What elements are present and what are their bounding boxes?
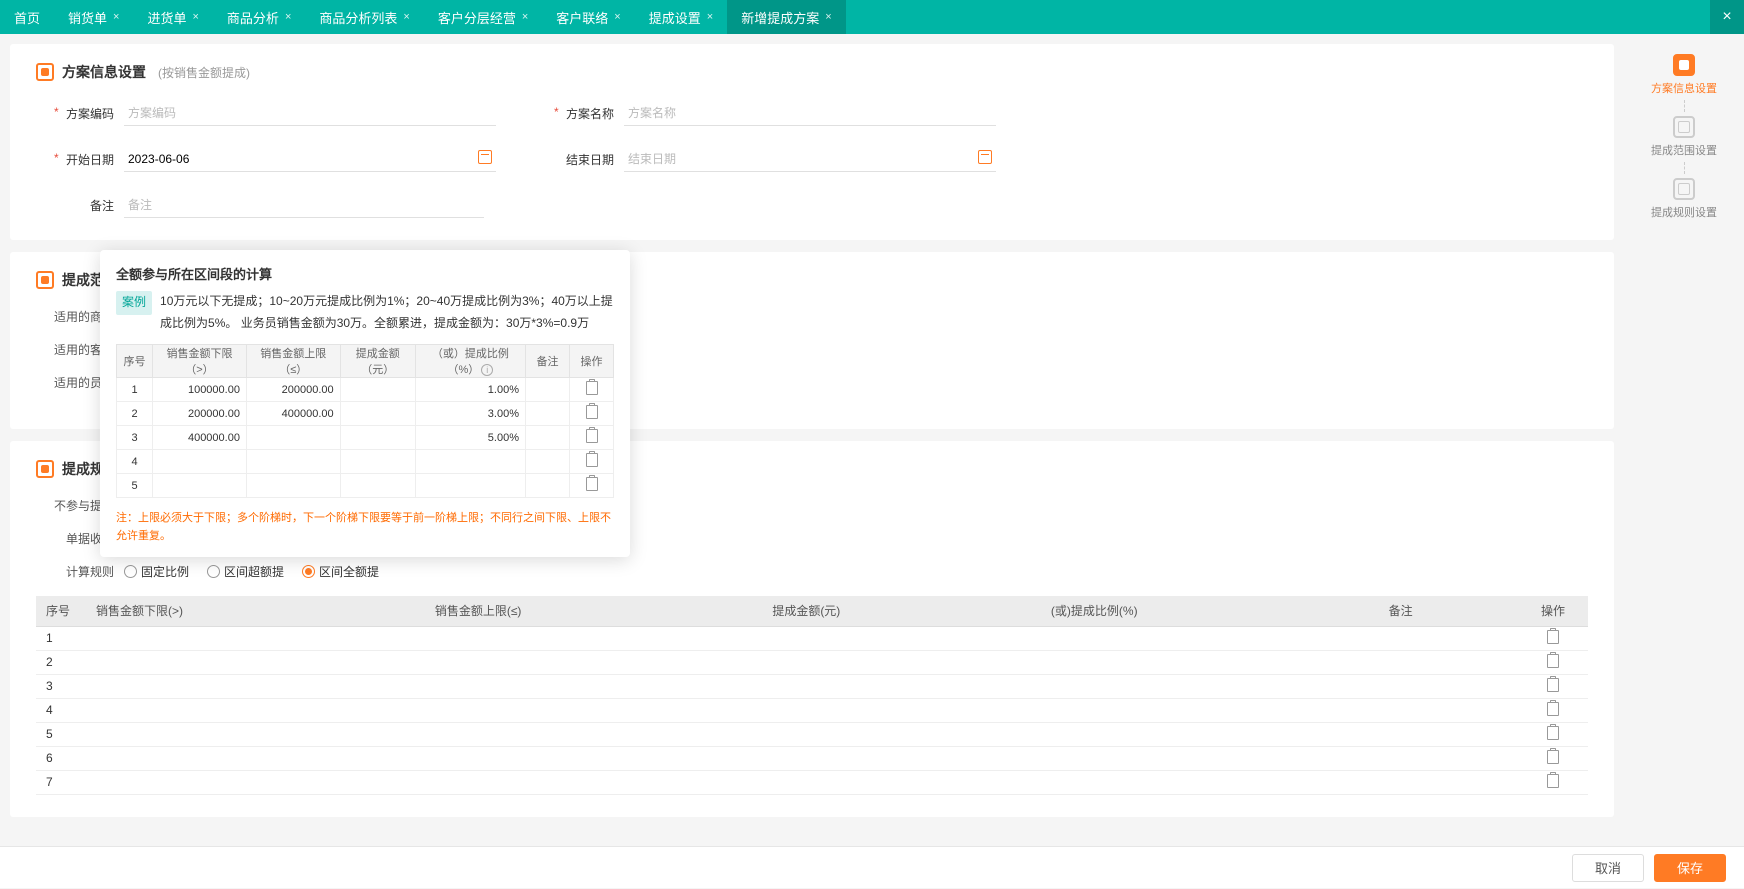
table-row[interactable]: 6 xyxy=(36,746,1588,770)
table-row: 3400000.005.00% xyxy=(117,426,614,450)
tooltip-title: 全额参与所在区间段的计算 xyxy=(116,264,614,283)
calendar-icon[interactable] xyxy=(978,150,992,164)
calc-rule-tooltip: 全额参与所在区间段的计算 案例 10万元以下无提成；10~20万元提成比例为1%… xyxy=(100,250,630,557)
trash-icon[interactable] xyxy=(586,405,598,419)
tab-commission-settings[interactable]: 提成设置× xyxy=(635,0,727,34)
trash-icon[interactable] xyxy=(1547,774,1559,788)
th-ratio: (或)提成比例(%) xyxy=(1041,596,1379,626)
close-icon[interactable]: × xyxy=(614,11,620,23)
tab-customer-contact[interactable]: 客户联络× xyxy=(542,0,634,34)
close-icon[interactable]: × xyxy=(825,11,831,23)
close-icon[interactable]: × xyxy=(403,11,409,23)
tab-home[interactable]: 首页 xyxy=(0,0,54,34)
th-upper: 销售金额上限(≤) xyxy=(425,596,762,626)
commission-tiers-table: 序号 销售金额下限(>) 销售金额上限(≤) 提成金额(元) (或)提成比例(%… xyxy=(36,596,1588,795)
th-amount: 提成金额(元) xyxy=(762,596,1041,626)
cancel-button[interactable]: 取消 xyxy=(1572,854,1644,882)
start-date-label: *开始日期 xyxy=(36,151,124,168)
close-icon[interactable]: × xyxy=(285,11,291,23)
trash-icon[interactable] xyxy=(1547,726,1559,740)
panel-subtitle: (按销售金额提成) xyxy=(158,64,250,81)
case-tag: 案例 xyxy=(116,291,152,315)
tab-sales-order[interactable]: 销货单× xyxy=(54,0,133,34)
table-row: 4 xyxy=(117,450,614,474)
table-row: 5 xyxy=(117,474,614,498)
panel-title: 方案信息设置 xyxy=(62,62,146,82)
end-date-input[interactable] xyxy=(624,146,996,172)
end-date-label: 结束日期 xyxy=(536,151,624,168)
close-icon[interactable]: × xyxy=(522,11,528,23)
info-icon[interactable]: i xyxy=(481,364,493,376)
tab-customer-tiers[interactable]: 客户分层经营× xyxy=(424,0,542,34)
trash-icon[interactable] xyxy=(1547,750,1559,764)
anchor-plan-info[interactable]: 方案信息设置 xyxy=(1651,54,1717,96)
close-icon[interactable]: × xyxy=(707,11,713,23)
table-row[interactable]: 7 xyxy=(36,770,1588,794)
table-row: 2200000.00400000.003.00% xyxy=(117,402,614,426)
th-op: 操作 xyxy=(1518,596,1588,626)
section-icon xyxy=(36,460,54,478)
calc-rule-radio-step-full[interactable]: 区间全额提 xyxy=(302,563,379,580)
plan-name-label: *方案名称 xyxy=(536,105,624,122)
section-icon xyxy=(36,63,54,81)
anchor-rules[interactable]: 提成规则设置 xyxy=(1651,178,1717,220)
footer-bar: 取消 保存 xyxy=(0,846,1744,888)
table-row[interactable]: 5 xyxy=(36,722,1588,746)
calc-rule-radio-fixed[interactable]: 固定比例 xyxy=(124,563,189,580)
trash-icon[interactable] xyxy=(1547,702,1559,716)
nav-line xyxy=(1684,162,1685,174)
start-date-input[interactable] xyxy=(124,146,496,172)
plan-code-label: *方案编码 xyxy=(36,105,124,122)
trash-icon[interactable] xyxy=(1547,630,1559,644)
example-table: 序号 销售金额下限（>） 销售金额上限（≤） 提成金额（元） （或）提成比例（%… xyxy=(116,344,614,498)
close-icon[interactable]: × xyxy=(113,11,119,23)
table-row: 1100000.00200000.001.00% xyxy=(117,378,614,402)
th-remark: 备注 xyxy=(1379,596,1518,626)
tab-new-commission-plan[interactable]: 新增提成方案× xyxy=(727,0,845,34)
plan-code-input[interactable] xyxy=(124,100,496,126)
table-row[interactable]: 2 xyxy=(36,650,1588,674)
close-icon[interactable]: × xyxy=(192,11,198,23)
case-text: 10万元以下无提成；10~20万元提成比例为1%；20~40万提成比例为3%；4… xyxy=(160,291,614,334)
table-row[interactable]: 3 xyxy=(36,674,1588,698)
trash-icon[interactable] xyxy=(586,477,598,491)
nav-line xyxy=(1684,100,1685,112)
table-row[interactable]: 4 xyxy=(36,698,1588,722)
anchor-nav: 方案信息设置 提成范围设置 提成规则设置 xyxy=(1634,54,1734,220)
tab-bar: 首页 销货单× 进货单× 商品分析× 商品分析列表× 客户分层经营× 客户联络×… xyxy=(0,0,1744,34)
tab-product-analysis-list[interactable]: 商品分析列表× xyxy=(305,0,423,34)
calc-rule-label: 计算规则 xyxy=(36,563,124,580)
plan-name-input[interactable] xyxy=(624,100,996,126)
trash-icon[interactable] xyxy=(1547,678,1559,692)
tooltip-note: 注：上限必须大于下限；多个阶梯时，下一个阶梯下限要等于前一阶梯上限；不同行之间下… xyxy=(116,510,614,545)
save-button[interactable]: 保存 xyxy=(1654,854,1726,882)
plan-info-panel: 方案信息设置 (按销售金额提成) *方案编码 *方案名称 *开始日期 xyxy=(10,44,1614,240)
trash-icon[interactable] xyxy=(1547,654,1559,668)
trash-icon[interactable] xyxy=(586,429,598,443)
th-seq: 序号 xyxy=(36,596,86,626)
trash-icon[interactable] xyxy=(586,453,598,467)
remark-input[interactable] xyxy=(124,192,484,218)
calc-rule-radio-step-exceed[interactable]: 区间超额提 xyxy=(207,563,284,580)
tab-purchase-order[interactable]: 进货单× xyxy=(133,0,212,34)
table-row[interactable]: 1 xyxy=(36,626,1588,650)
trash-icon[interactable] xyxy=(586,381,598,395)
calendar-icon[interactable] xyxy=(478,150,492,164)
section-icon xyxy=(36,271,54,289)
remark-label: 备注 xyxy=(36,197,124,214)
tab-product-analysis[interactable]: 商品分析× xyxy=(213,0,305,34)
th-lower: 销售金额下限(>) xyxy=(86,596,425,626)
anchor-scope[interactable]: 提成范围设置 xyxy=(1651,116,1717,158)
close-all-tabs-button[interactable]: × xyxy=(1710,0,1744,34)
